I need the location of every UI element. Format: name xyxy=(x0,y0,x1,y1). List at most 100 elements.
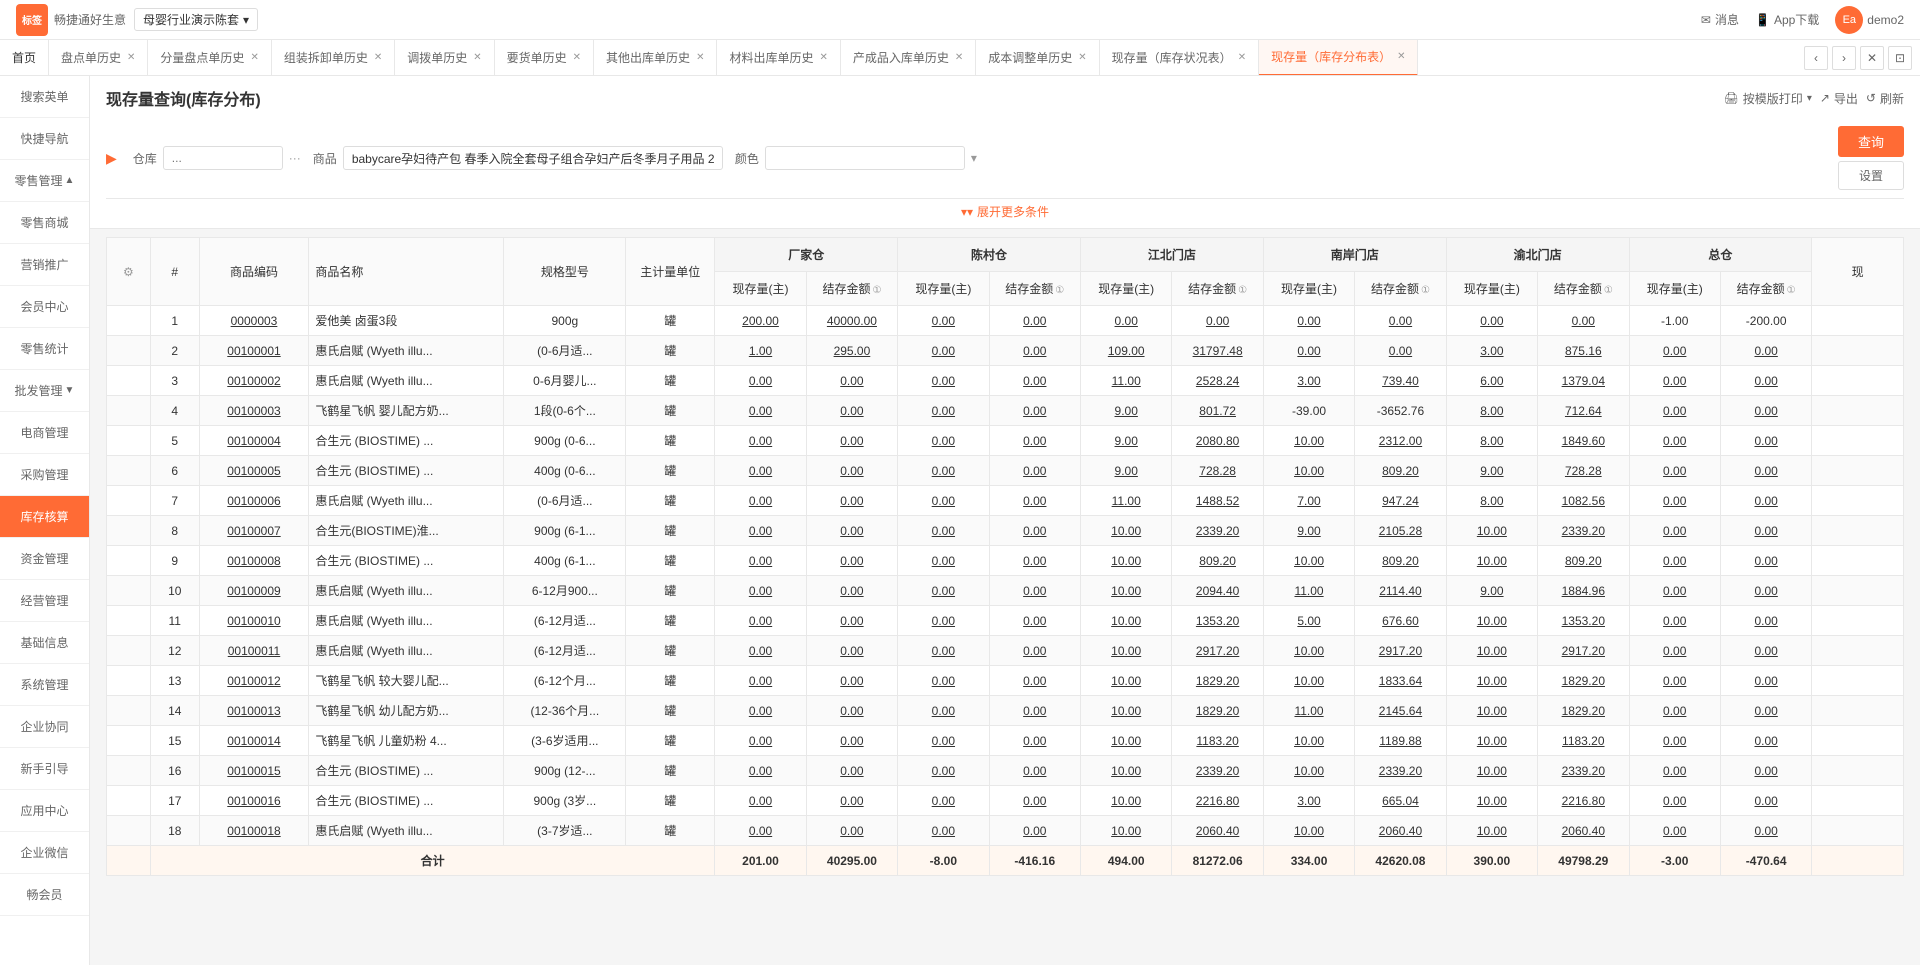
table-cell[interactable]: 1189.88 xyxy=(1355,726,1446,756)
table-cell[interactable]: 3.00 xyxy=(1263,366,1354,396)
table-cell[interactable]: 10.00 xyxy=(1446,696,1537,726)
tab-stock-status[interactable]: 现存量（库存状况表） ✕ xyxy=(1100,40,1259,76)
table-cell[interactable]: 0.00 xyxy=(715,696,806,726)
table-cell[interactable]: 0.00 xyxy=(715,396,806,426)
table-cell[interactable]: 10.00 xyxy=(1263,426,1354,456)
table-cell[interactable]: 0.00 xyxy=(715,516,806,546)
table-cell[interactable]: 947.24 xyxy=(1355,486,1446,516)
table-cell[interactable]: 10.00 xyxy=(1080,696,1171,726)
table-cell-code[interactable]: 00100010 xyxy=(199,606,309,636)
table-cell[interactable]: 0.00 xyxy=(1629,606,1720,636)
table-cell[interactable]: 0.00 xyxy=(989,426,1080,456)
sidebar-item-member[interactable]: 会员中心 xyxy=(0,286,89,328)
table-cell[interactable]: 0.00 xyxy=(806,486,897,516)
table-cell[interactable]: 2060.40 xyxy=(1355,816,1446,846)
table-cell[interactable]: 0.00 xyxy=(898,756,989,786)
table-cell[interactable]: 0.00 xyxy=(1263,306,1354,336)
industry-selector[interactable]: 母婴行业演示陈套 ▾ xyxy=(134,8,258,31)
table-cell-code[interactable]: 00100015 xyxy=(199,756,309,786)
sidebar-item-basic[interactable]: 基础信息 xyxy=(0,622,89,664)
table-cell-code[interactable]: 00100008 xyxy=(199,546,309,576)
table-cell[interactable]: 809.20 xyxy=(1538,546,1629,576)
table-cell[interactable]: 801.72 xyxy=(1172,396,1263,426)
table-cell[interactable]: 0.00 xyxy=(715,816,806,846)
table-cell[interactable]: 0.00 xyxy=(989,516,1080,546)
table-cell[interactable]: 0.00 xyxy=(898,786,989,816)
table-cell[interactable]: 10.00 xyxy=(1446,756,1537,786)
table-cell[interactable]: 0.00 xyxy=(1629,756,1720,786)
user-profile[interactable]: Ea demo2 xyxy=(1835,6,1904,34)
table-cell[interactable]: 2216.80 xyxy=(1538,786,1629,816)
table-cell[interactable]: 0.00 xyxy=(715,786,806,816)
table-cell[interactable]: 3.00 xyxy=(1263,786,1354,816)
table-cell[interactable]: 0.00 xyxy=(989,576,1080,606)
table-cell[interactable]: 8.00 xyxy=(1446,396,1537,426)
table-cell[interactable]: 0.00 xyxy=(1720,396,1811,426)
table-cell[interactable]: 0.00 xyxy=(1446,306,1537,336)
table-cell[interactable]: 0.00 xyxy=(898,306,989,336)
table-cell[interactable]: 1829.20 xyxy=(1172,666,1263,696)
table-cell[interactable]: 0.00 xyxy=(715,366,806,396)
table-cell[interactable]: 0.00 xyxy=(1629,666,1720,696)
tab-close-icon[interactable]: ✕ xyxy=(819,52,827,63)
tab-expand-btn[interactable]: ⊡ xyxy=(1888,46,1912,70)
table-cell[interactable]: 0.00 xyxy=(1629,816,1720,846)
table-cell[interactable]: 3.00 xyxy=(1446,336,1537,366)
table-cell[interactable]: 1488.52 xyxy=(1172,486,1263,516)
table-cell[interactable]: 0.00 xyxy=(1720,756,1811,786)
table-cell[interactable]: 2339.20 xyxy=(1538,756,1629,786)
table-cell[interactable]: 0.00 xyxy=(898,396,989,426)
sidebar-item-retail-mall[interactable]: 零售商城 xyxy=(0,202,89,244)
table-cell[interactable]: 40000.00 xyxy=(806,306,897,336)
table-cell[interactable]: 1829.20 xyxy=(1538,696,1629,726)
table-cell[interactable]: 0.00 xyxy=(1629,636,1720,666)
expand-conditions-btn[interactable]: ▾▾ 展开更多条件 xyxy=(961,203,1049,220)
table-cell[interactable]: 0.00 xyxy=(989,786,1080,816)
table-cell[interactable]: 10.00 xyxy=(1080,726,1171,756)
table-cell[interactable]: 0.00 xyxy=(1538,306,1629,336)
tab-stock-dist[interactable]: 现存量（库存分布表） ✕ xyxy=(1259,40,1418,76)
table-cell[interactable]: 10.00 xyxy=(1080,666,1171,696)
table-cell-code[interactable]: 0000003 xyxy=(199,306,309,336)
table-cell[interactable]: 0.00 xyxy=(806,696,897,726)
table-cell[interactable]: 0.00 xyxy=(989,396,1080,426)
table-cell[interactable]: 10.00 xyxy=(1080,786,1171,816)
tab-close-icon[interactable]: ✕ xyxy=(573,52,581,63)
table-cell[interactable]: 8.00 xyxy=(1446,426,1537,456)
sidebar-item-finance[interactable]: 资金管理 xyxy=(0,538,89,580)
table-cell[interactable]: 0.00 xyxy=(806,456,897,486)
table-cell[interactable]: 0.00 xyxy=(1720,516,1811,546)
table-cell[interactable]: 809.20 xyxy=(1172,546,1263,576)
table-cell[interactable]: 10.00 xyxy=(1080,576,1171,606)
tab-allocation[interactable]: 调拨单历史 ✕ xyxy=(395,40,494,76)
table-cell[interactable]: 0.00 xyxy=(715,666,806,696)
table-cell[interactable]: 2105.28 xyxy=(1355,516,1446,546)
table-cell[interactable]: 10.00 xyxy=(1446,726,1537,756)
table-cell[interactable]: 10.00 xyxy=(1263,816,1354,846)
table-cell[interactable]: 0.00 xyxy=(898,486,989,516)
sidebar-item-enterprise[interactable]: 企业协同 xyxy=(0,706,89,748)
table-cell[interactable]: 1353.20 xyxy=(1538,606,1629,636)
table-cell[interactable]: 0.00 xyxy=(989,336,1080,366)
table-cell[interactable]: 10.00 xyxy=(1263,456,1354,486)
table-cell[interactable]: 0.00 xyxy=(806,756,897,786)
table-cell[interactable]: 0.00 xyxy=(1720,456,1811,486)
table-cell[interactable]: 10.00 xyxy=(1446,546,1537,576)
table-cell[interactable]: 1183.20 xyxy=(1172,726,1263,756)
table-cell[interactable]: 2917.20 xyxy=(1172,636,1263,666)
table-cell[interactable]: 0.00 xyxy=(715,486,806,516)
table-cell-code[interactable]: 00100012 xyxy=(199,666,309,696)
table-cell[interactable]: 0.00 xyxy=(1629,786,1720,816)
table-cell[interactable]: 0.00 xyxy=(1629,516,1720,546)
tab-close-icon[interactable]: ✕ xyxy=(473,52,481,63)
query-button[interactable]: 查询 xyxy=(1838,126,1904,157)
table-cell[interactable]: 0.00 xyxy=(898,426,989,456)
tab-close-icon[interactable]: ✕ xyxy=(1397,51,1405,62)
table-cell[interactable]: 0.00 xyxy=(1720,546,1811,576)
table-cell[interactable]: 10.00 xyxy=(1080,636,1171,666)
chevron-down-icon[interactable]: ▾ xyxy=(971,151,977,165)
table-cell-code[interactable]: 00100007 xyxy=(199,516,309,546)
table-cell-code[interactable]: 00100016 xyxy=(199,786,309,816)
table-cell[interactable]: 11.00 xyxy=(1263,696,1354,726)
table-cell[interactable]: 0.00 xyxy=(1720,816,1811,846)
